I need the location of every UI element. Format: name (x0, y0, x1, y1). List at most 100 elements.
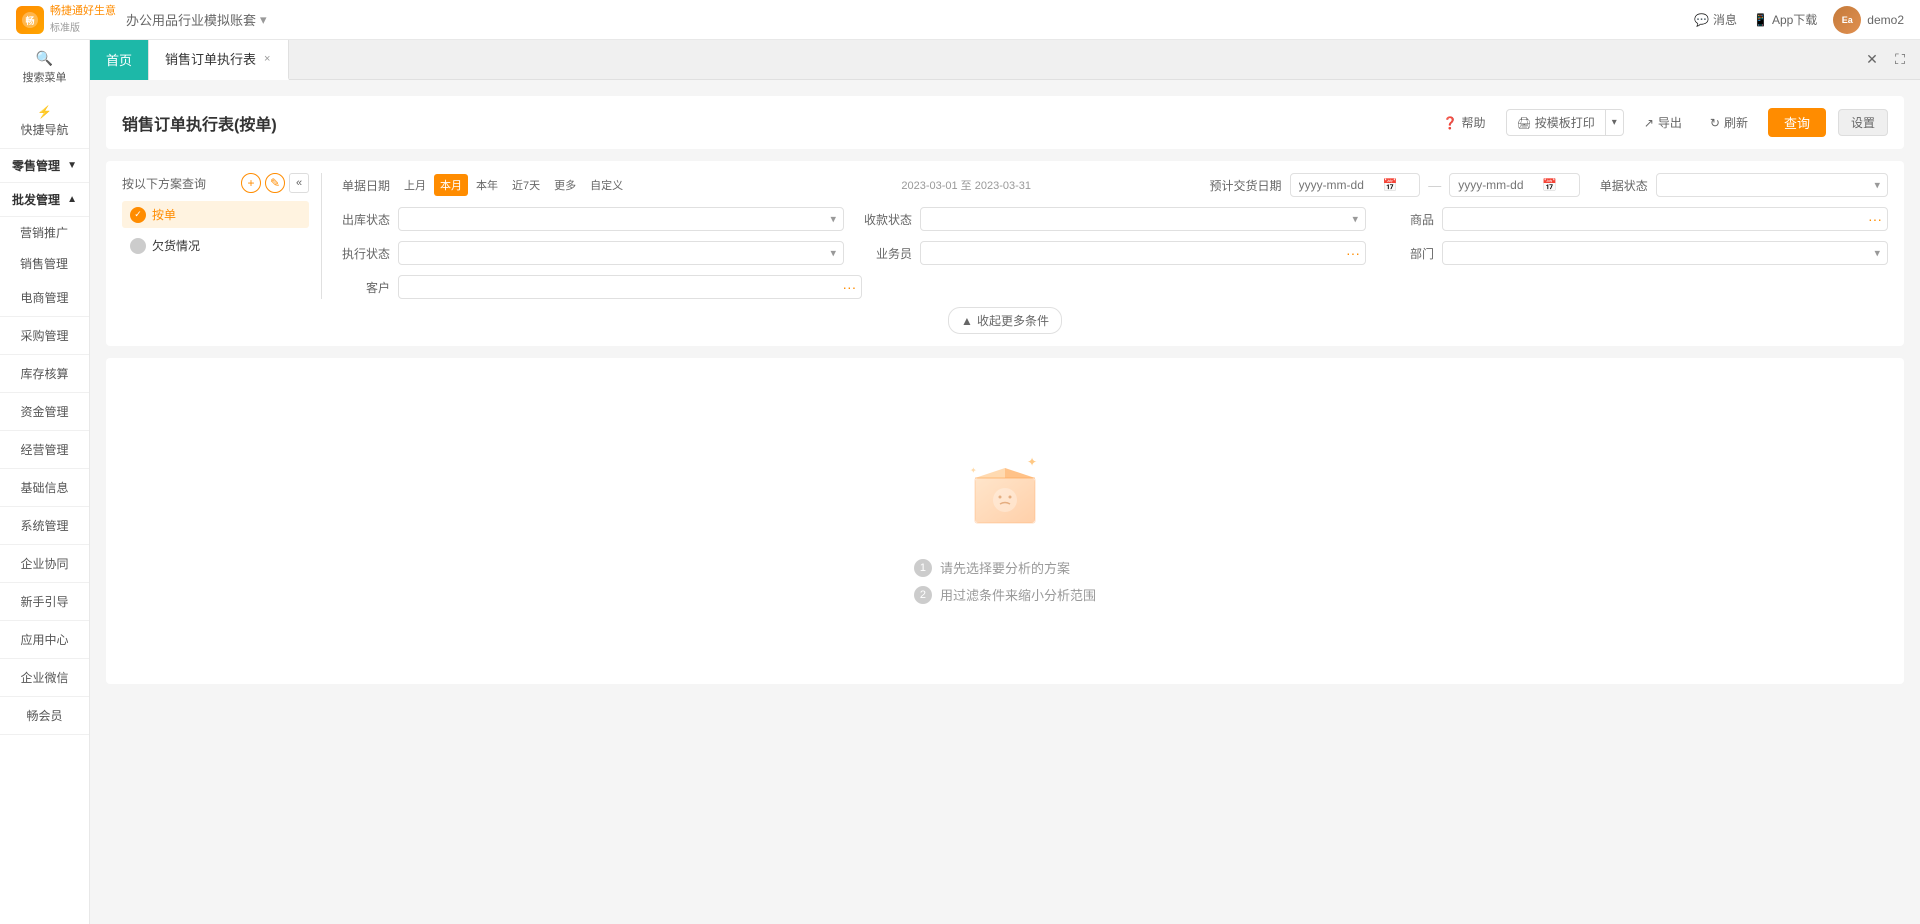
sidebar-item-collab[interactable]: 企业协同 (0, 545, 89, 583)
user-area[interactable]: Ea demo2 (1833, 6, 1904, 34)
message-label: 消息 (1713, 11, 1737, 28)
sidebar-item-system[interactable]: 系统管理 (0, 507, 89, 545)
refresh-icon: ↻ (1710, 116, 1720, 130)
app-download-btn[interactable]: 📱 App下载 (1753, 11, 1817, 28)
date-tab-7days[interactable]: 近7天 (506, 174, 546, 196)
message-icon: 💬 (1694, 13, 1709, 27)
search-icon: 🔍 (36, 50, 53, 67)
sidebar-item-operation[interactable]: 经营管理 (0, 431, 89, 469)
expected-date-from[interactable]: 📅 (1290, 173, 1421, 197)
page-content: 销售订单执行表(按单) ❓ 帮助 🖨 按模板打印 ▾ ↗ (90, 80, 1920, 924)
scheme-item-shortage[interactable]: 欠货情况 (122, 232, 309, 259)
sidebar-item-wechat[interactable]: 企业微信 (0, 659, 89, 697)
page-actions: ❓ 帮助 🖨 按模板打印 ▾ ↗ 导出 (1435, 108, 1888, 137)
scheme-title: 按以下方案查询 (122, 175, 206, 192)
refresh-btn[interactable]: ↻ 刷新 (1702, 110, 1756, 135)
calendar-to-icon[interactable]: 📅 (1542, 178, 1557, 192)
salesperson-input-wrap: ··· (920, 241, 1366, 265)
member-label: 畅会员 (26, 707, 62, 724)
step-num-1: 1 (914, 559, 932, 577)
date-tab-last-month[interactable]: 上月 (398, 174, 432, 196)
sidebar-item-newguide[interactable]: 新手引导 (0, 583, 89, 621)
goods-dots-btn[interactable]: ··· (1868, 211, 1882, 227)
sidebar-item-member[interactable]: 畅会员 (0, 697, 89, 735)
ship-status-select-wrap (398, 207, 844, 231)
sidebar-search[interactable]: 🔍 搜索菜单 (0, 40, 89, 95)
export-icon: ↗ (1644, 116, 1654, 130)
help-btn[interactable]: ❓ 帮助 (1435, 110, 1494, 135)
sidebar-item-basic[interactable]: 基础信息 (0, 469, 89, 507)
tab-active[interactable]: 销售订单执行表 × (149, 40, 289, 80)
sidebar-item-retail[interactable]: 零售管理 ▼ (0, 149, 89, 183)
avatar: Ea (1833, 6, 1861, 34)
content-area: 首页 销售订单执行表 × ✕ ⛶ 销售订单执行表(按单) ❓ 帮助 (90, 40, 1920, 924)
scheme-item-dansingle[interactable]: ✓ 按单 (122, 201, 309, 228)
date-tab-this-year[interactable]: 本年 (470, 174, 504, 196)
dept-select[interactable] (1442, 241, 1888, 265)
salesperson-dots-btn[interactable]: ··· (1346, 245, 1360, 261)
export-label: 导出 (1658, 114, 1682, 131)
scheme-edit-btn[interactable]: ✎ (265, 173, 285, 193)
exec-status-select[interactable] (398, 241, 844, 265)
search-label: 搜索菜单 (23, 69, 67, 85)
sidebar-item-quicknav[interactable]: ⚡ 快捷导航 (0, 95, 89, 149)
sidebar-item-inventory[interactable]: 库存核算 (0, 355, 89, 393)
sales-label: 销售管理 (20, 255, 68, 272)
query-btn[interactable]: 查询 (1768, 108, 1826, 137)
sidebar-item-appcenter[interactable]: 应用中心 (0, 621, 89, 659)
date-tab-this-month[interactable]: 本月 (434, 174, 468, 196)
sidebar-item-finance[interactable]: 资金管理 (0, 393, 89, 431)
exec-status-label: 执行状态 (334, 245, 390, 262)
print-dropdown-btn[interactable]: ▾ (1606, 113, 1623, 132)
window-close-btn[interactable]: ✕ (1860, 48, 1884, 72)
setting-btn[interactable]: 设置 (1838, 109, 1888, 136)
logo-text-area: 畅捷通好生意 标准版 (50, 5, 116, 33)
system-label: 系统管理 (20, 517, 68, 534)
date-tab-custom[interactable]: 自定义 (584, 174, 629, 196)
collect-status-select[interactable] (920, 207, 1366, 231)
message-btn[interactable]: 💬 消息 (1694, 11, 1737, 28)
page-header: 销售订单执行表(按单) ❓ 帮助 🖨 按模板打印 ▾ ↗ (106, 96, 1904, 149)
expected-date-from-input[interactable] (1299, 178, 1379, 192)
print-btn[interactable]: 🖨 按模板打印 (1507, 110, 1606, 135)
scheme-inactive-icon (130, 238, 146, 254)
top-title-dropdown-icon[interactable]: ▾ (260, 12, 267, 28)
query-label: 查询 (1784, 113, 1810, 132)
expected-date-to-input[interactable] (1458, 178, 1538, 192)
scheme-add-btn[interactable]: + (241, 173, 261, 193)
tab-home[interactable]: 首页 (90, 40, 149, 80)
collapse-btn[interactable]: ▲ 收起更多条件 (948, 307, 1062, 334)
sidebar-item-purchase[interactable]: 采购管理 (0, 317, 89, 355)
goods-input[interactable] (1442, 207, 1888, 231)
sidebar-item-ecommerce[interactable]: 电商管理 (0, 279, 89, 317)
scheme-collapse-btn[interactable]: « (289, 173, 309, 193)
appcenter-label: 应用中心 (20, 631, 68, 648)
sidebar-sub-sales[interactable]: 销售管理 (0, 248, 89, 279)
quicknav-label: 快捷导航 (20, 121, 68, 138)
filter-area: 按以下方案查询 + ✎ « ✓ 按单 (122, 173, 1888, 299)
expected-date-to[interactable]: 📅 (1449, 173, 1580, 197)
date-tab-more[interactable]: 更多 (548, 174, 582, 196)
customer-input[interactable] (398, 275, 862, 299)
calendar-from-icon[interactable]: 📅 (1383, 178, 1398, 192)
top-bar: 畅 畅捷通好生意 标准版 办公用品行业模拟账套 ▾ 💬 消息 📱 App下载 E… (0, 0, 1920, 40)
top-title-text: 办公用品行业模拟账套 (126, 10, 256, 29)
print-label: 按模板打印 (1535, 114, 1595, 131)
step-num-2: 2 (914, 586, 932, 604)
salesperson-input[interactable] (920, 241, 1366, 265)
export-btn[interactable]: ↗ 导出 (1636, 110, 1690, 135)
window-expand-btn[interactable]: ⛶ (1888, 48, 1912, 72)
tab-close-btn[interactable]: × (262, 53, 272, 65)
sidebar-section-wholesale: 批发管理 ▲ 营销推广 销售管理 (0, 183, 89, 279)
customer-dots-btn[interactable]: ··· (842, 279, 856, 295)
sidebar-sub-marketing[interactable]: 营销推广 (0, 217, 89, 248)
filter-row-3: 执行状态 业务员 (334, 241, 1888, 265)
doc-status-select[interactable] (1656, 173, 1888, 197)
svg-text:✦: ✦ (970, 466, 977, 475)
sidebar-item-wholesale[interactable]: 批发管理 ▲ (0, 183, 89, 217)
top-bar-title: 办公用品行业模拟账套 ▾ (126, 10, 267, 29)
ship-status-select[interactable] (398, 207, 844, 231)
svg-text:✦: ✦ (1027, 455, 1037, 469)
date-label: 单据日期 (334, 177, 390, 194)
collab-label: 企业协同 (20, 555, 68, 572)
